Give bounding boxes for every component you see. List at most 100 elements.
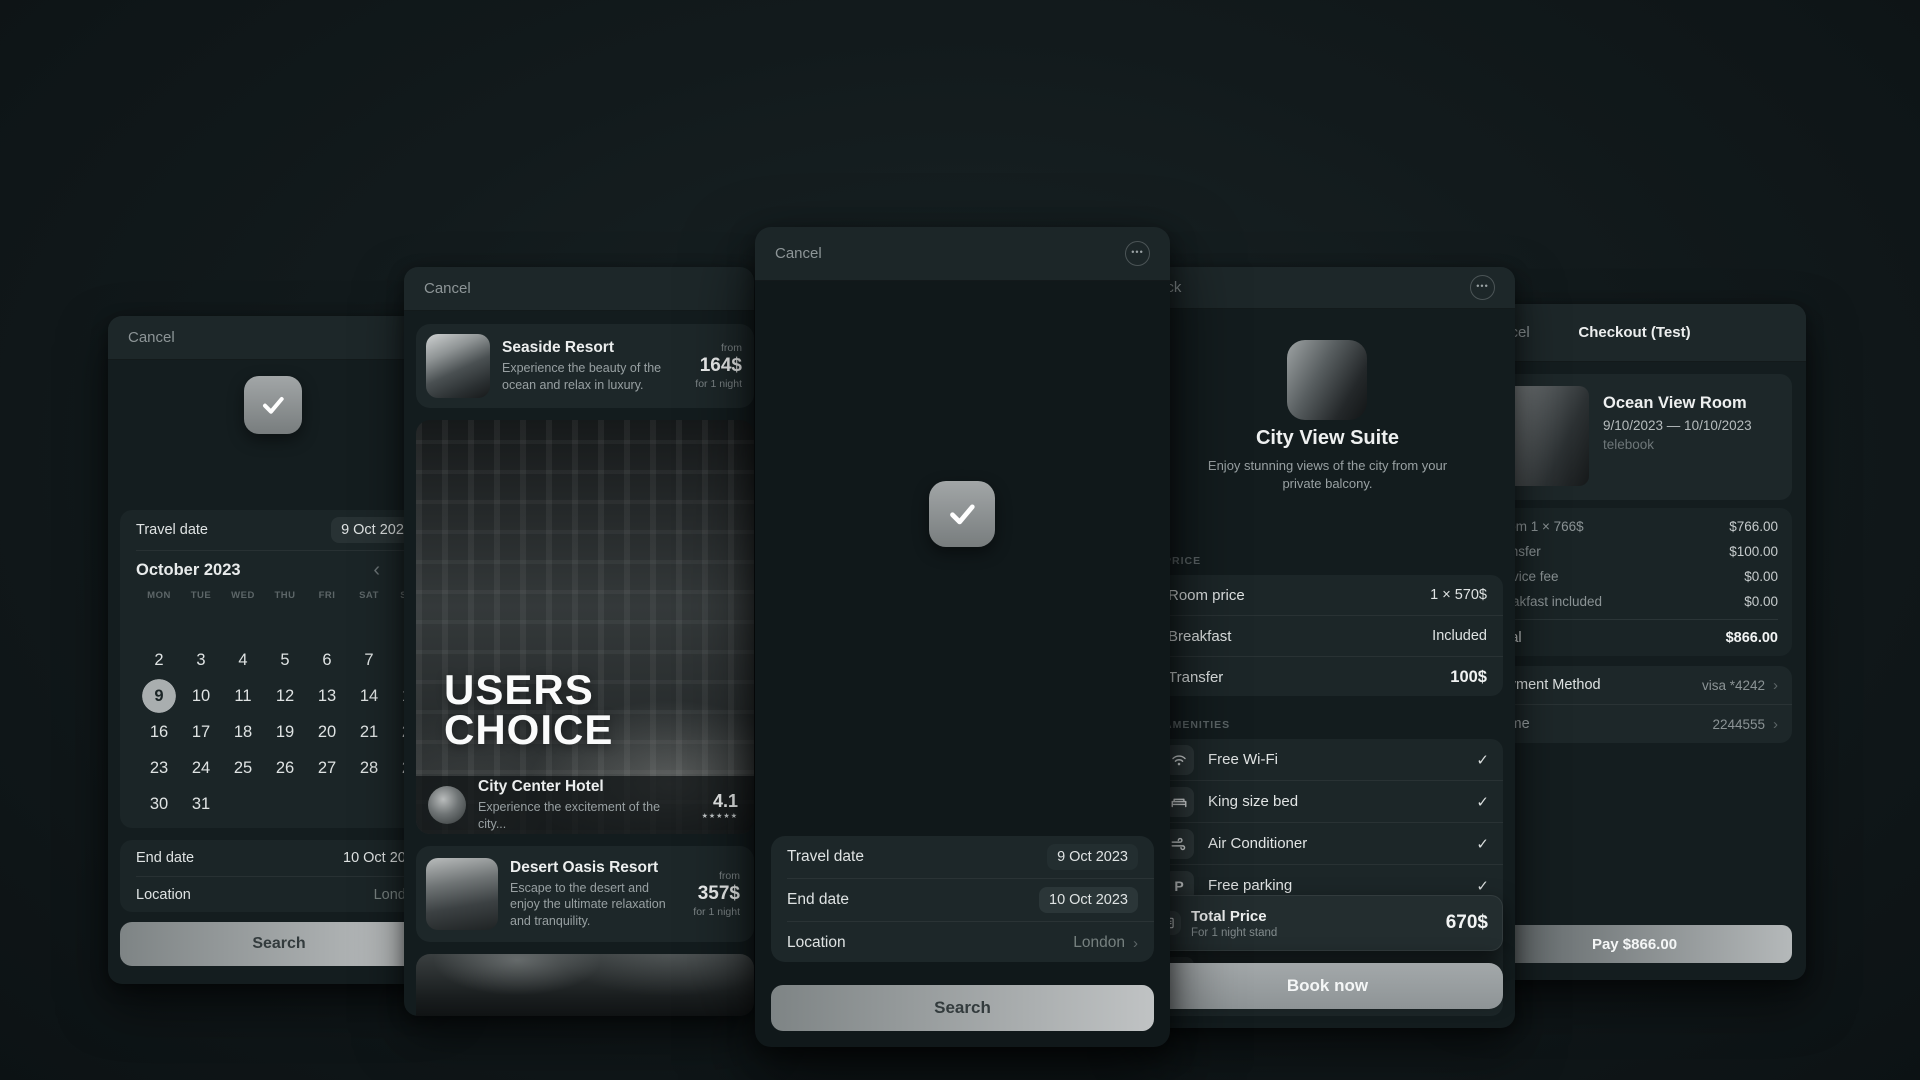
from-label: from (721, 342, 742, 354)
amenity-label: Air Conditioner (1208, 835, 1308, 852)
breakdown-value: $0.00 (1744, 594, 1778, 609)
travel-date-row[interactable]: Travel date 9 Oct 2023 (120, 510, 438, 550)
calendar-day[interactable]: 21 (348, 714, 390, 750)
chevron-right-icon: › (1773, 715, 1778, 733)
calendar-day[interactable]: 26 (264, 750, 306, 786)
room-details-screen-panel: Back ••• City View Suite Enjoy stunning … (1140, 267, 1515, 1028)
breakdown-row: Transfer $100.00 (1491, 539, 1778, 564)
amenity-row-wifi: Free Wi-Fi ✓ (1152, 739, 1503, 780)
calendar-day (306, 786, 348, 822)
calendar-day[interactable]: 20 (306, 714, 348, 750)
travel-date-calendar-card: Travel date 9 Oct 2023 October 2023 ‹ › … (120, 510, 438, 828)
calendar-day[interactable]: 4 (222, 642, 264, 678)
total-value: $866.00 (1725, 630, 1778, 646)
cancel-button[interactable]: Cancel (128, 329, 175, 346)
weekday-label: THU (274, 589, 296, 601)
check-icon: ✓ (1476, 793, 1489, 811)
book-now-button[interactable]: Book now (1152, 963, 1503, 1009)
calendar-day[interactable]: 14 (348, 678, 390, 714)
calendar-day[interactable]: 17 (180, 714, 222, 750)
end-date-label: End date (136, 850, 195, 866)
prev-month-icon[interactable]: ‹ (373, 559, 380, 582)
calendar-day (222, 606, 264, 642)
calendar-day[interactable]: 10 (180, 678, 222, 714)
location-row[interactable]: Location London › (771, 922, 1154, 964)
room-title: City View Suite (1255, 427, 1399, 449)
travel-date-value[interactable]: 9 Oct 2023 (1047, 844, 1138, 870)
payment-method-row[interactable]: Payment Method visa *4242 › (1477, 666, 1792, 704)
transfer-label: Transfer (1168, 668, 1224, 686)
booking-summary-card: Ocean View Room 9/10/2023 — 10/10/2023 t… (1477, 374, 1792, 500)
search-form-card: Travel date 9 Oct 2023 End date 10 Oct 2… (771, 836, 1154, 962)
travel-date-row[interactable]: Travel date 9 Oct 2023 (771, 836, 1154, 878)
calendar-day[interactable]: 24 (180, 750, 222, 786)
calendar-day[interactable]: 27 (306, 750, 348, 786)
calendar-day-selected[interactable]: 9 (138, 678, 180, 714)
calendar-day[interactable]: 2 (138, 642, 180, 678)
calendar-day[interactable]: 3 (180, 642, 222, 678)
weekday-label: SAT (359, 589, 379, 601)
users-choice-line2: CHOICE (444, 705, 614, 753)
cancel-button[interactable]: Cancel (775, 245, 822, 262)
calendar-day[interactable]: 5 (264, 642, 306, 678)
calendar-day[interactable]: 30 (138, 786, 180, 822)
breakfast-label: Breakfast (1168, 627, 1232, 645)
calendar-day[interactable]: 16 (138, 714, 180, 750)
search-screen-navbar: Cancel ••• (755, 227, 1170, 281)
booking-dates: 9/10/2023 — 10/10/2023 (1603, 418, 1752, 433)
hotel-name: Seaside Resort (502, 339, 614, 356)
pay-button[interactable]: Pay $866.00 (1477, 925, 1792, 963)
calendar-day (264, 786, 306, 822)
calendar-day[interactable]: 13 (306, 678, 348, 714)
calendar-day[interactable]: 7 (348, 642, 390, 678)
calendar-day[interactable]: 28 (348, 750, 390, 786)
amenities-section-label: AMENITIES (1164, 719, 1231, 731)
breakfast-value: Included (1432, 628, 1487, 644)
hotel-card-seaside[interactable]: Seaside Resort Experience the beauty of … (416, 324, 754, 408)
featured-caption-bar: City Center Hotel Experience the excitem… (416, 776, 754, 834)
name-row[interactable]: Name 2244555 › (1477, 705, 1792, 743)
hotel-card-next-photo[interactable] (416, 954, 754, 1016)
room-price-label: Room price (1168, 586, 1245, 604)
calendar-day[interactable]: 31 (180, 786, 222, 822)
app-background: Cancel Travel date 9 Oct 2023 October 20… (0, 0, 1920, 1080)
location-label: Location (787, 934, 846, 951)
calendar-day[interactable]: 6 (306, 642, 348, 678)
search-button[interactable]: Search (120, 922, 438, 966)
chevron-right-icon: › (1773, 676, 1778, 694)
amenity-row-bed: King size bed ✓ (1152, 781, 1503, 822)
hotel-card-featured[interactable]: USERS CHOICE City Center Hotel Experienc… (416, 420, 754, 834)
calendar-day (222, 786, 264, 822)
price-breakdown-list: Room 1 × 766$ $766.00 Transfer $100.00 S… (1477, 508, 1792, 656)
cancel-button[interactable]: Cancel (424, 280, 471, 297)
from-label: from (719, 870, 740, 882)
hotel-photo (426, 858, 498, 930)
end-date-row[interactable]: End date 10 Oct 2023 (771, 879, 1154, 921)
amenity-label: Free Wi-Fi (1208, 751, 1278, 768)
calendar-day[interactable]: 19 (264, 714, 306, 750)
calendar-day (348, 606, 390, 642)
location-row[interactable]: Location London (120, 877, 438, 913)
amenity-label: King size bed (1208, 793, 1299, 810)
search-button[interactable]: Search (771, 985, 1154, 1031)
calendar-day[interactable]: 18 (222, 714, 264, 750)
amenity-label: Free parking (1208, 877, 1293, 894)
more-options-icon[interactable]: ••• (1125, 241, 1150, 266)
end-date-row[interactable]: End date 10 Oct 2023 (120, 840, 438, 876)
hotel-card-desert[interactable]: Desert Oasis Resort Escape to the desert… (416, 846, 754, 942)
payment-details-card: Payment Method visa *4242 › Name 2244555… (1477, 666, 1792, 743)
calendar-day[interactable]: 23 (138, 750, 180, 786)
end-date-value[interactable]: 10 Oct 2023 (1039, 887, 1138, 913)
hotel-photo (426, 334, 490, 398)
check-icon: ✓ (1476, 835, 1489, 853)
calendar-day[interactable]: 11 (222, 678, 264, 714)
dates-location-card: End date 10 Oct 2023 Location London (120, 840, 438, 912)
breakdown-value: $100.00 (1729, 544, 1778, 559)
calendar-day[interactable]: 12 (264, 678, 306, 714)
users-choice-line1: USERS (444, 666, 594, 713)
booked-room-name: Ocean View Room (1603, 394, 1747, 412)
breakdown-row: Breakfast included $0.00 (1491, 589, 1778, 614)
weekday-label: FRI (318, 589, 336, 601)
calendar-day[interactable]: 25 (222, 750, 264, 786)
more-options-icon[interactable]: ••• (1470, 275, 1495, 300)
